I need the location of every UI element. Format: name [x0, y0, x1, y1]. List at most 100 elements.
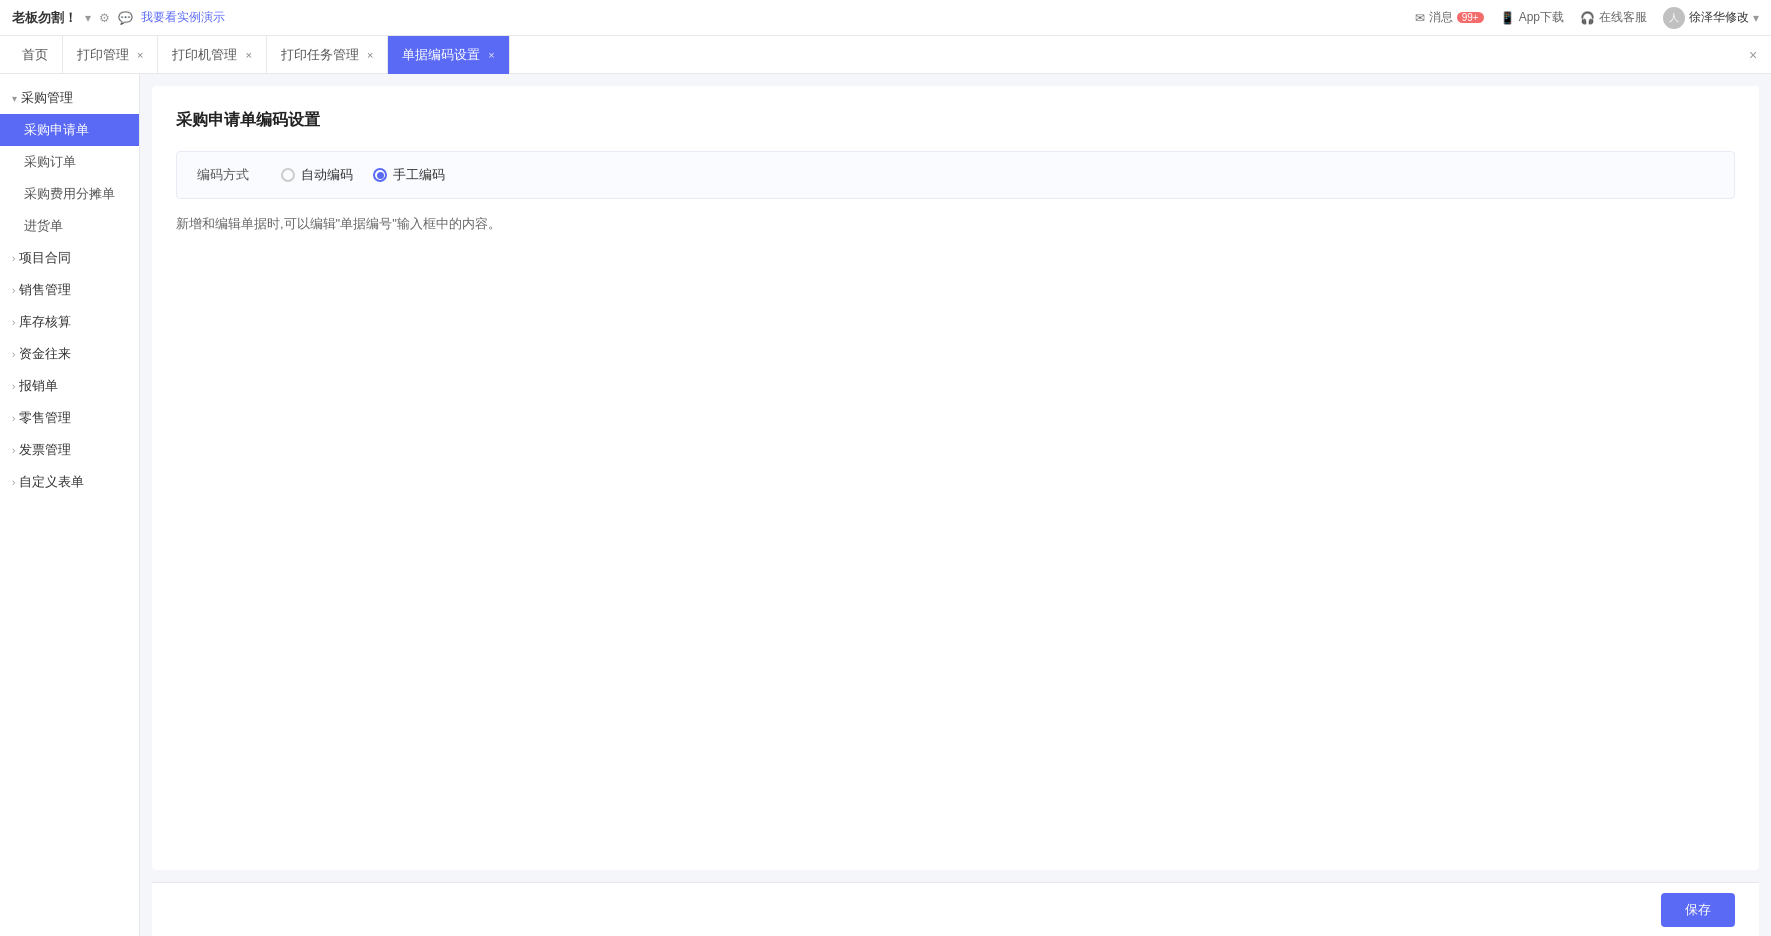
top-bar: 老板勿割！ ▾ ⚙ 💬 我要看实例演示 ✉ 消息 99+ 📱 App下载 🎧 在… — [0, 0, 1771, 36]
avatar: 人 — [1663, 7, 1685, 29]
user-section[interactable]: 人 徐泽华修改 ▾ — [1663, 7, 1759, 29]
sales-expand-icon: › — [12, 285, 15, 296]
tab-printer-manage-close[interactable]: × — [245, 49, 251, 61]
demo-link-icon: 💬 — [118, 11, 133, 25]
manual-code-option[interactable]: 手工编码 — [373, 166, 445, 184]
user-chevron-icon: ▾ — [1753, 11, 1759, 25]
tab-print-manage[interactable]: 打印管理 × — [63, 36, 158, 74]
sidebar-group-returns-header[interactable]: › 报销单 — [0, 370, 139, 402]
sidebar-group-custom-form-header[interactable]: › 自定义表单 — [0, 466, 139, 498]
auto-code-option[interactable]: 自动编码 — [281, 166, 353, 184]
demo-link[interactable]: 我要看实例演示 — [141, 9, 225, 26]
sidebar-group-sales-label: 销售管理 — [19, 281, 71, 299]
tab-print-manage-close[interactable]: × — [137, 49, 143, 61]
message-badge: 99+ — [1457, 12, 1484, 23]
content-inner: 采购申请单编码设置 编码方式 自动编码 手工编码 — [152, 86, 1759, 870]
message-icon: ✉ — [1415, 11, 1425, 25]
tab-barcode-setting-label: 单据编码设置 — [402, 46, 480, 64]
message-section[interactable]: ✉ 消息 99+ — [1415, 9, 1484, 26]
sidebar-group-retail-header[interactable]: › 零售管理 — [0, 402, 139, 434]
sidebar-item-purchase-request-label: 采购申请单 — [24, 122, 89, 137]
sidebar-group-retail-label: 零售管理 — [19, 409, 71, 427]
sidebar-item-stock-in[interactable]: 进货单 — [0, 210, 139, 242]
sidebar-item-purchase-expense-label: 采购费用分摊单 — [24, 186, 115, 201]
sidebar-group-capital: › 资金往来 — [0, 338, 139, 370]
manual-code-radio[interactable] — [373, 168, 387, 182]
coding-method-row: 编码方式 自动编码 手工编码 — [197, 166, 1714, 184]
sidebar-group-project-header[interactable]: › 项目合同 — [0, 242, 139, 274]
hint-text: 新增和编辑单据时,可以编辑"单据编号"输入框中的内容。 — [176, 215, 1735, 233]
chevron-down-icon[interactable]: ▾ — [85, 11, 91, 25]
purchase-collapse-icon: ▾ — [12, 93, 17, 104]
app-download-icon: 📱 — [1500, 11, 1515, 25]
sidebar-group-custom-form: › 自定义表单 — [0, 466, 139, 498]
sidebar-group-purchase-label: 采购管理 — [21, 89, 73, 107]
sidebar-group-custom-form-label: 自定义表单 — [19, 473, 84, 491]
message-label: 消息 — [1429, 9, 1453, 26]
online-service-section[interactable]: 🎧 在线客服 — [1580, 9, 1647, 26]
sidebar-group-inventory: › 库存核算 — [0, 306, 139, 338]
sidebar-group-invoice: › 发票管理 — [0, 434, 139, 466]
online-service-label: 在线客服 — [1599, 9, 1647, 26]
sidebar-group-capital-header[interactable]: › 资金往来 — [0, 338, 139, 370]
tab-barcode-setting[interactable]: 单据编码设置 × — [388, 36, 509, 74]
app-download-section[interactable]: 📱 App下载 — [1500, 9, 1564, 26]
sidebar-group-capital-label: 资金往来 — [19, 345, 71, 363]
tab-print-task[interactable]: 打印任务管理 × — [267, 36, 388, 74]
username: 徐泽华修改 — [1689, 9, 1749, 26]
save-button[interactable]: 保存 — [1661, 893, 1735, 927]
coding-method-section: 编码方式 自动编码 手工编码 — [176, 151, 1735, 199]
sidebar-group-returns: › 报销单 — [0, 370, 139, 402]
sidebar-item-purchase-order[interactable]: 采购订单 — [0, 146, 139, 178]
sidebar-group-sales-header[interactable]: › 销售管理 — [0, 274, 139, 306]
sidebar-group-purchase: ▾ 采购管理 采购申请单 采购订单 采购费用分摊单 进货单 — [0, 82, 139, 242]
project-expand-icon: › — [12, 253, 15, 264]
tab-printer-manage[interactable]: 打印机管理 × — [158, 36, 266, 74]
returns-expand-icon: › — [12, 381, 15, 392]
tab-bar-end: × — [1743, 45, 1763, 65]
tab-home[interactable]: 首页 — [8, 36, 63, 74]
auto-code-label: 自动编码 — [301, 166, 353, 184]
sidebar-group-sales: › 销售管理 — [0, 274, 139, 306]
auto-code-radio[interactable] — [281, 168, 295, 182]
coding-method-label: 编码方式 — [197, 166, 257, 184]
sidebar-group-purchase-header[interactable]: ▾ 采购管理 — [0, 82, 139, 114]
sidebar-group-inventory-header[interactable]: › 库存核算 — [0, 306, 139, 338]
manual-code-label: 手工编码 — [393, 166, 445, 184]
sidebar-group-invoice-header[interactable]: › 发票管理 — [0, 434, 139, 466]
invoice-expand-icon: › — [12, 445, 15, 456]
app-logo: 老板勿割！ — [12, 9, 77, 27]
footer-bar: 保存 — [152, 882, 1759, 936]
sidebar-item-purchase-order-label: 采购订单 — [24, 154, 76, 169]
sidebar-item-purchase-request[interactable]: 采购申请单 — [0, 114, 139, 146]
custom-form-expand-icon: › — [12, 477, 15, 488]
tab-barcode-setting-close[interactable]: × — [488, 49, 494, 61]
sidebar-group-project: › 项目合同 — [0, 242, 139, 274]
sidebar-group-returns-label: 报销单 — [19, 377, 58, 395]
sidebar-item-purchase-expense[interactable]: 采购费用分摊单 — [0, 178, 139, 210]
tab-print-manage-label: 打印管理 — [77, 46, 129, 64]
content-area: 采购申请单编码设置 编码方式 自动编码 手工编码 — [140, 74, 1771, 936]
sidebar-group-inventory-label: 库存核算 — [19, 313, 71, 331]
sidebar: ▾ 采购管理 采购申请单 采购订单 采购费用分摊单 进货单 › 项目合同 — [0, 74, 140, 936]
coding-method-radio-group: 自动编码 手工编码 — [281, 166, 445, 184]
tab-print-task-label: 打印任务管理 — [281, 46, 359, 64]
tab-bar: 首页 打印管理 × 打印机管理 × 打印任务管理 × 单据编码设置 × × — [0, 36, 1771, 74]
retail-expand-icon: › — [12, 413, 15, 424]
close-all-button[interactable]: × — [1743, 45, 1763, 65]
tab-home-label: 首页 — [22, 46, 48, 64]
main-layout: ▾ 采购管理 采购申请单 采购订单 采购费用分摊单 进货单 › 项目合同 — [0, 74, 1771, 936]
sidebar-group-retail: › 零售管理 — [0, 402, 139, 434]
gear-icon[interactable]: ⚙ — [99, 11, 110, 25]
top-bar-left: 老板勿割！ ▾ ⚙ 💬 我要看实例演示 — [12, 9, 225, 27]
app-download-label: App下载 — [1519, 9, 1564, 26]
online-service-icon: 🎧 — [1580, 11, 1595, 25]
capital-expand-icon: › — [12, 349, 15, 360]
sidebar-group-project-label: 项目合同 — [19, 249, 71, 267]
inventory-expand-icon: › — [12, 317, 15, 328]
page-title: 采购申请单编码设置 — [176, 110, 1735, 131]
top-bar-right: ✉ 消息 99+ 📱 App下载 🎧 在线客服 人 徐泽华修改 ▾ — [1415, 7, 1759, 29]
sidebar-item-stock-in-label: 进货单 — [24, 218, 63, 233]
sidebar-group-invoice-label: 发票管理 — [19, 441, 71, 459]
tab-print-task-close[interactable]: × — [367, 49, 373, 61]
